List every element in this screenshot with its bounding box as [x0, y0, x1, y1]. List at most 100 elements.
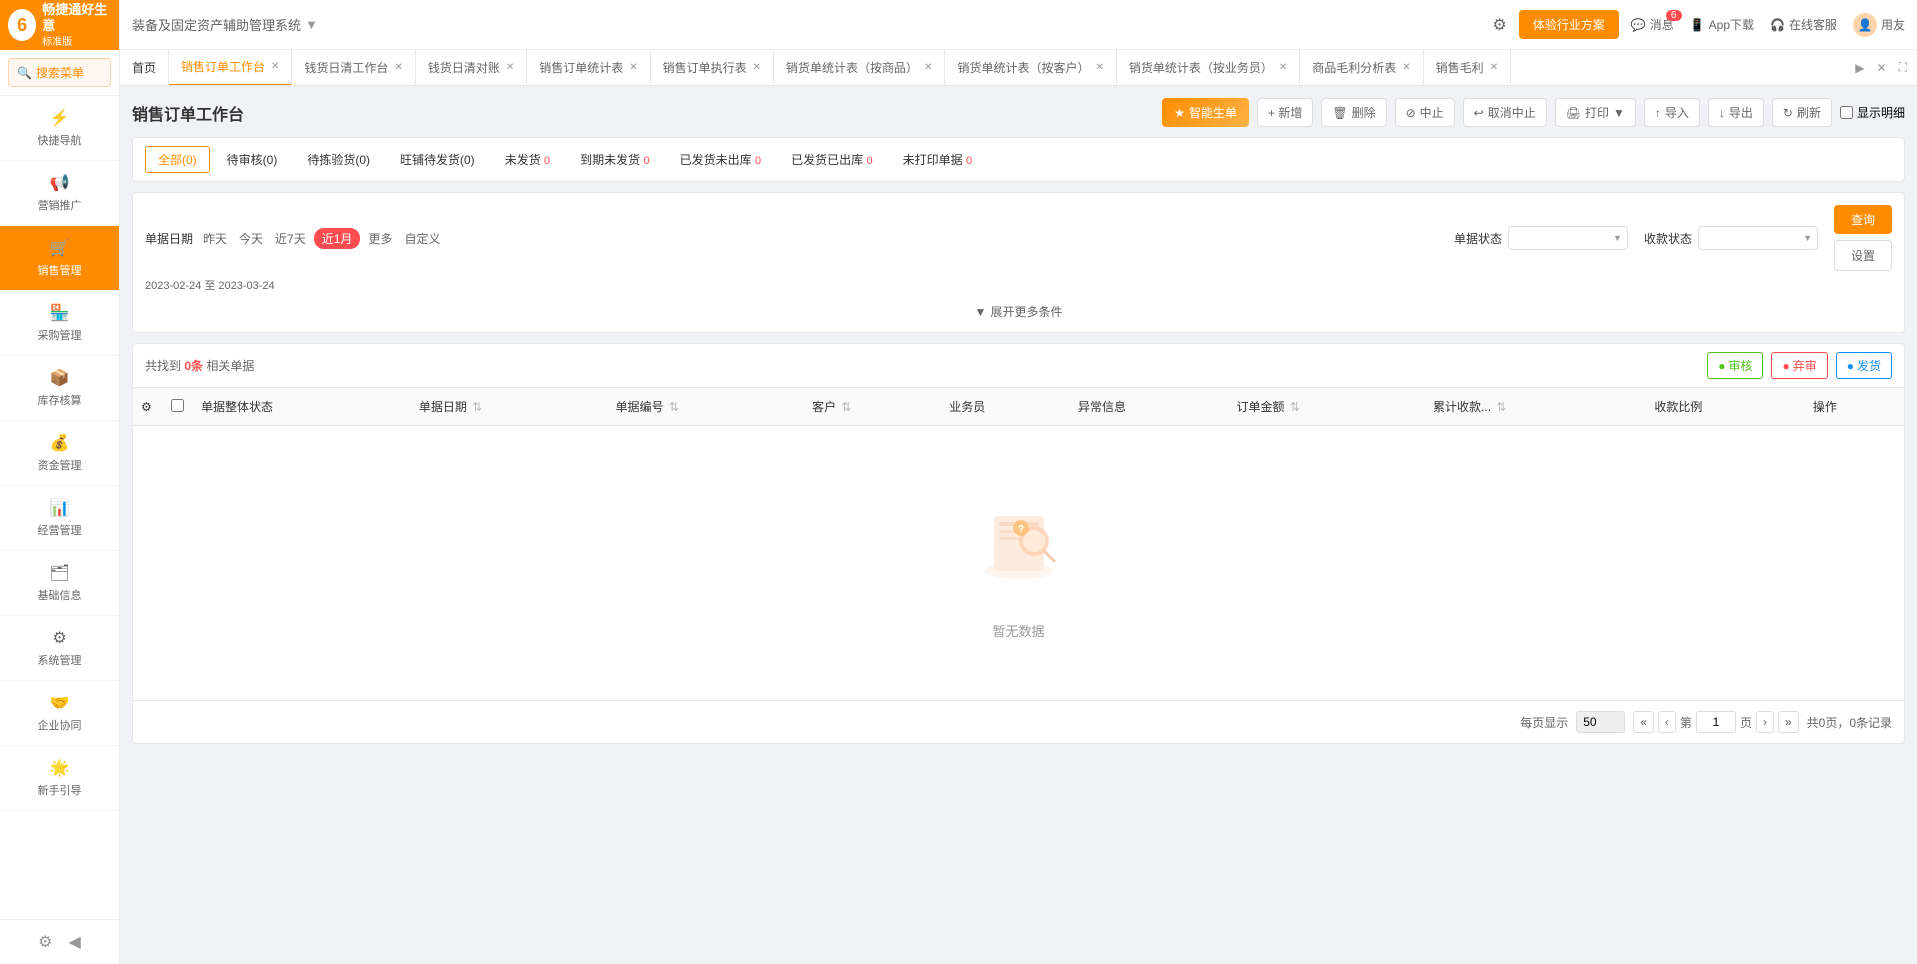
search-menu-button[interactable]: 🔍 搜索菜单 [8, 58, 111, 87]
filter-payment-select[interactable] [1698, 226, 1818, 250]
tab-sales-stats-product[interactable]: 销货单统计表（按商品） ✕ [774, 50, 945, 86]
empty-text: 暂无数据 [992, 621, 1044, 640]
message-button[interactable]: 💬 消息 6 [1631, 16, 1674, 33]
sidebar-item-sales[interactable]: 🛒 销售管理 [0, 226, 119, 291]
solution-button[interactable]: 体验行业方案 [1519, 10, 1619, 39]
tab-cash-reconcile[interactable]: 钱货日清对账 ✕ [416, 50, 527, 86]
tab-close-all-icon[interactable]: ✕ [1875, 59, 1889, 77]
filter-status-select[interactable] [1508, 226, 1628, 250]
tab-sales-stats[interactable]: 销售订单统计表 ✕ [527, 50, 650, 86]
page-size-select[interactable]: 50 100 200 [1576, 711, 1625, 733]
col-amount[interactable]: 订单金额 ⇅ [1228, 388, 1425, 426]
page-number-input[interactable] [1696, 711, 1736, 733]
select-all-checkbox[interactable] [171, 399, 184, 412]
system-title-dropdown[interactable]: 装备及固定资产辅助管理系统 ▼ [132, 15, 1480, 34]
cancel-stop-button[interactable]: ↩ 取消中止 [1463, 98, 1547, 127]
page-last-button[interactable]: » [1778, 711, 1799, 733]
user-menu-button[interactable]: 👤 用友 [1853, 13, 1905, 37]
print-button[interactable]: 🖨 打印 ▼ [1555, 98, 1636, 127]
col-collected[interactable]: 累计收款... ⇅ [1425, 388, 1646, 426]
page-next-button[interactable]: › [1756, 711, 1774, 733]
tab-close-icon[interactable]: ✕ [629, 62, 637, 73]
col-salesperson[interactable]: 业务员 [941, 388, 1070, 426]
tab-sales-stats-staff[interactable]: 销货单统计表（按业务员） ✕ [1117, 50, 1300, 86]
ai-generate-button[interactable]: ★ 智能生单 [1162, 98, 1249, 127]
stop-button[interactable]: ⊘ 中止 [1395, 98, 1455, 127]
sidebar-collapse-button[interactable]: ◀ [65, 928, 85, 956]
tab-close-icon[interactable]: ✕ [1490, 62, 1498, 73]
tab-close-icon[interactable]: ✕ [394, 62, 402, 73]
col-checkbox[interactable] [163, 388, 193, 426]
sidebar-item-marketing[interactable]: 📢 营销推广 [0, 161, 119, 226]
tab-close-icon[interactable]: ✕ [506, 62, 514, 73]
subtab-shipped-out[interactable]: 已发货已出库 0 [778, 146, 885, 173]
col-number[interactable]: 单据编号 ⇅ [607, 388, 804, 426]
tab-sales-stats-customer[interactable]: 销货单统计表（按客户） ✕ [945, 50, 1116, 86]
audit-button[interactable]: ● 审核 [1707, 352, 1763, 379]
table-scroll-container[interactable]: ⚙ 单据整体状态 单据日期 ⇅ [133, 388, 1904, 700]
expand-filter-button[interactable]: ▼ 展开更多条件 [975, 303, 1063, 320]
sidebar-item-purchase[interactable]: 🏪 采购管理 [0, 291, 119, 356]
date-opt-today[interactable]: 今天 [235, 228, 267, 249]
tab-close-icon[interactable]: ✕ [924, 62, 932, 73]
basic-icon: 🗂 [49, 563, 69, 583]
page-prev-button[interactable]: ‹ [1658, 711, 1676, 733]
show-detail-checkbox-label[interactable]: 显示明细 [1840, 104, 1905, 121]
date-opt-yesterday[interactable]: 昨天 [199, 228, 231, 249]
sidebar-item-inventory[interactable]: 📦 库存核算 [0, 356, 119, 421]
tab-close-icon[interactable]: ✕ [1402, 62, 1410, 73]
subtab-expired-unshipped[interactable]: 到期未发货 0 [567, 146, 662, 173]
tab-sales-profit[interactable]: 销售毛利 ✕ [1424, 50, 1511, 86]
sidebar-item-basic[interactable]: 🗂 基础信息 [0, 551, 119, 616]
subtab-unshipped[interactable]: 未发货 0 [492, 146, 563, 173]
new-button[interactable]: + 新增 [1257, 98, 1313, 127]
tab-close-icon[interactable]: ✕ [271, 61, 279, 72]
subtab-all[interactable]: 全部(0) [145, 146, 210, 173]
subtab-unprinted[interactable]: 未打印单据 0 [890, 146, 985, 173]
subtab-wangpu-ship[interactable]: 旺铺待发货(0) [387, 146, 488, 173]
sidebar-item-quick-nav[interactable]: ⚡ 快捷导航 [0, 96, 119, 161]
show-detail-checkbox[interactable] [1840, 106, 1853, 119]
app-download-button[interactable]: 📱 App下载 [1690, 16, 1754, 33]
tab-margin-analysis[interactable]: 商品毛利分析表 ✕ [1300, 50, 1423, 86]
result-count: 0条 [184, 359, 203, 373]
date-opt-1month[interactable]: 近1月 [314, 228, 361, 249]
unaudit-button[interactable]: ● 弃审 [1771, 352, 1827, 379]
tab-close-icon[interactable]: ✕ [1095, 62, 1103, 73]
subtab-shipped-not-out[interactable]: 已发货未出库 0 [667, 146, 774, 173]
export-button[interactable]: ↓ 导出 [1708, 98, 1764, 127]
date-opt-custom[interactable]: 自定义 [400, 228, 444, 249]
tab-home[interactable]: 首页 [120, 50, 169, 86]
sidebar-item-finance[interactable]: 💰 资金管理 [0, 421, 119, 486]
col-customer[interactable]: 客户 ⇅ [804, 388, 941, 426]
page-suffix-label: 页 [1740, 714, 1752, 731]
date-opt-7days[interactable]: 近7天 [271, 228, 310, 249]
delete-button[interactable]: 🗑 删除 [1321, 98, 1386, 127]
subtab-pending-verify[interactable]: 待拣验货(0) [294, 146, 383, 173]
page-first-button[interactable]: « [1633, 711, 1654, 733]
ship-button[interactable]: ● 发货 [1836, 352, 1892, 379]
tab-sales-workbench[interactable]: 销售订单工作台 ✕ [169, 50, 292, 86]
sidebar-item-business[interactable]: 📊 经营管理 [0, 486, 119, 551]
subtab-pending-audit[interactable]: 待审核(0) [214, 146, 291, 173]
tab-scroll-right-icon[interactable]: ▶ [1853, 59, 1866, 77]
subtab-label: 已发货未出库 [680, 153, 752, 167]
filter-settings-button[interactable]: 设置 [1834, 240, 1892, 271]
sidebar-settings-button[interactable]: ⚙ [34, 928, 56, 956]
tab-close-icon[interactable]: ✕ [753, 62, 761, 73]
query-button[interactable]: 查询 [1834, 205, 1892, 234]
sidebar-item-system[interactable]: ⚙ 系统管理 [0, 616, 119, 681]
import-button[interactable]: ↑ 导入 [1644, 98, 1700, 127]
tab-maximize-icon[interactable]: ⛶ [1897, 58, 1909, 77]
tab-sales-exec[interactable]: 销售订单执行表 ✕ [651, 50, 774, 86]
date-opt-more[interactable]: 更多 [364, 228, 396, 249]
sidebar-item-cooperation[interactable]: 🤝 企业协同 [0, 681, 119, 746]
refresh-button[interactable]: ↻ 刷新 [1772, 98, 1832, 127]
tab-cash-daily[interactable]: 钱货日清工作台 ✕ [292, 50, 415, 86]
col-date[interactable]: 单据日期 ⇅ [411, 388, 608, 426]
online-service-button[interactable]: 🎧 在线客服 [1770, 16, 1837, 33]
sidebar-item-guide[interactable]: 🌟 新手引导 [0, 746, 119, 811]
topbar-settings-icon[interactable]: ⚙ [1492, 15, 1506, 35]
tab-close-icon[interactable]: ✕ [1279, 62, 1287, 73]
col-settings[interactable]: ⚙ [133, 388, 163, 426]
